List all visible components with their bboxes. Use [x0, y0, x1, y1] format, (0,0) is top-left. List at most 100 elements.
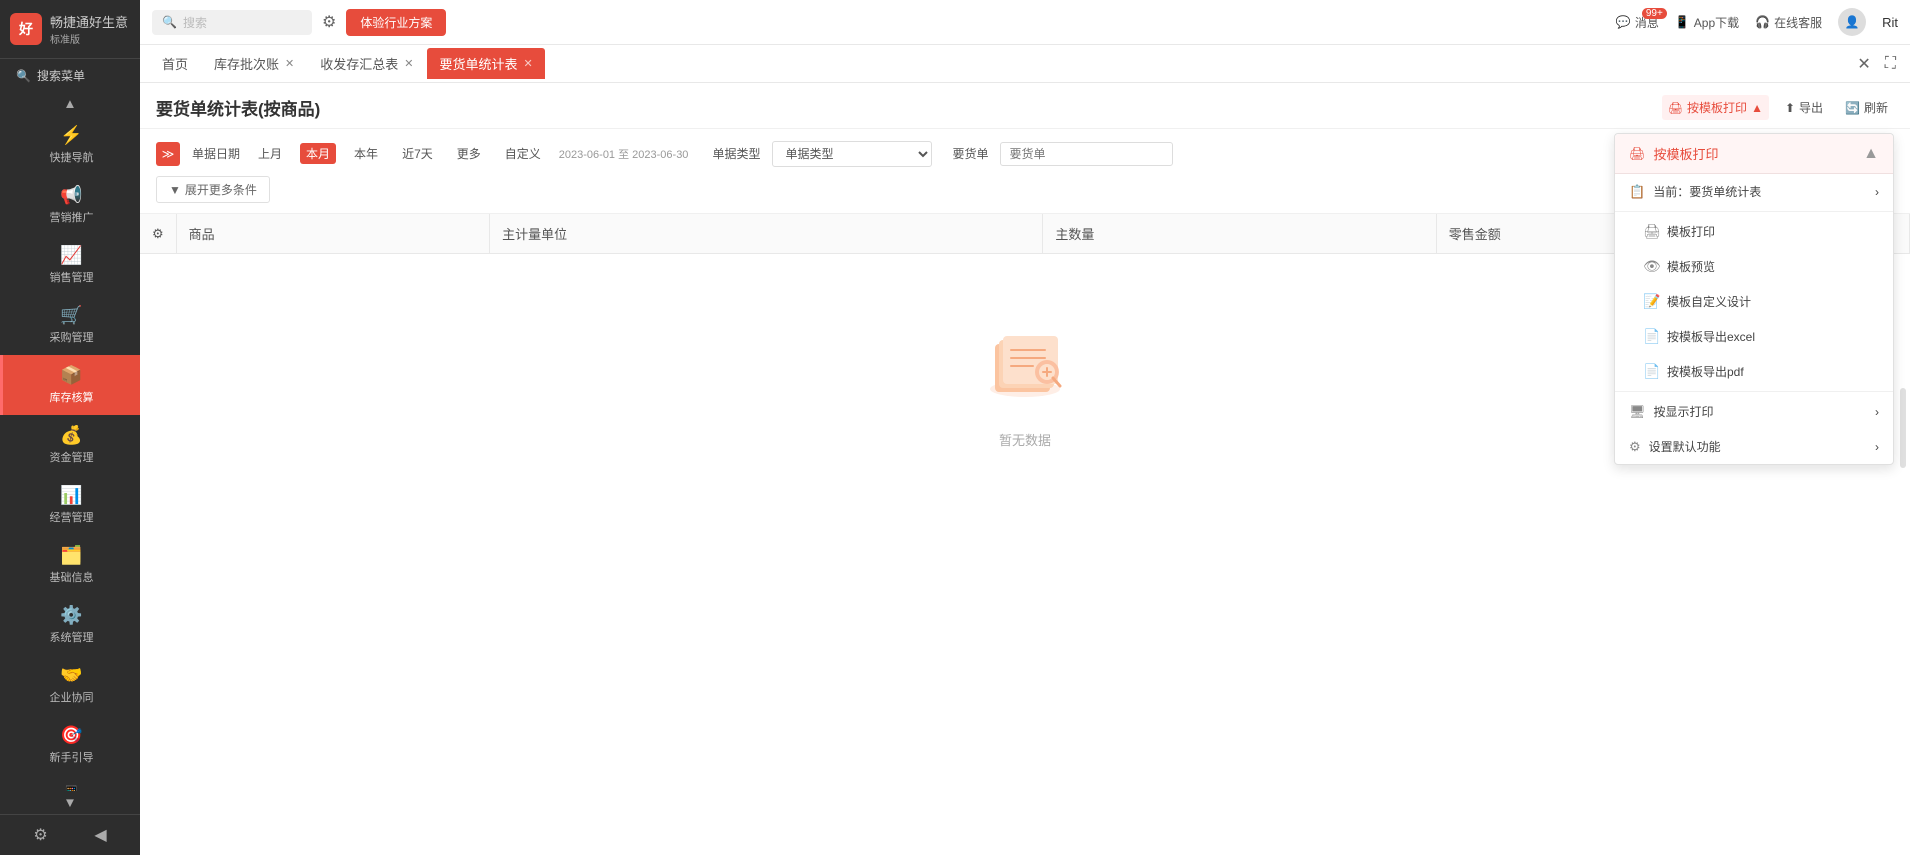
template-pdf-label: 按模板导出pdf: [1667, 363, 1744, 380]
export-button[interactable]: ⬆ 导出: [1779, 95, 1829, 120]
display-print-icon: 🖥: [1629, 404, 1646, 420]
tab-collection-close[interactable]: ✕: [404, 57, 413, 70]
tab-batch-close[interactable]: ✕: [285, 57, 294, 70]
default-func-label: 设置默认功能: [1649, 438, 1721, 455]
right-scrollbar[interactable]: [1900, 388, 1906, 468]
tab-home[interactable]: 首页: [150, 48, 200, 79]
template-excel-label: 按模板导出excel: [1667, 328, 1755, 345]
search-icon: 🔍: [16, 69, 31, 83]
quick-icon: ⚡: [60, 125, 82, 146]
date-last-month-button[interactable]: 上月: [252, 143, 288, 164]
marketing-label: 营销推广: [50, 209, 94, 225]
operations-icon: 📊: [60, 485, 82, 506]
page-title-bar: 要货单统计表(按商品) 🖨 按模板打印 ▲ ⬆ 导出 🔄 刷新: [140, 83, 1910, 129]
dropdown-current-template[interactable]: 📋 当前：要货单统计表 ›: [1615, 174, 1893, 209]
logo-area: 好 畅捷通好生意 标准版: [0, 0, 140, 59]
default-func-icon: ⚙: [1629, 439, 1641, 455]
dropdown-template-pdf[interactable]: 📄 按模板导出pdf: [1615, 354, 1893, 389]
table-qty-col: 主数量: [1043, 214, 1436, 254]
sidebar-item-purchase[interactable]: 🛒 采购管理: [0, 295, 140, 355]
template-icon: 📋: [1629, 184, 1645, 200]
header-search-text: 搜索: [183, 14, 207, 31]
window-maximize-button[interactable]: ⛶: [1881, 53, 1900, 75]
header-search-box[interactable]: 🔍 搜索: [152, 10, 312, 35]
print-label: 按模板打印: [1687, 99, 1747, 116]
scroll-up-button[interactable]: ▲: [0, 92, 140, 115]
settings-bottom-icon[interactable]: ⚙: [33, 825, 47, 845]
tab-collection[interactable]: 收发存汇总表 ✕: [308, 48, 425, 79]
date-custom-button[interactable]: 自定义: [499, 143, 547, 164]
dropdown-default-func[interactable]: ⚙ 设置默认功能 ›: [1615, 429, 1893, 464]
online-service-label: 在线客服: [1774, 14, 1822, 31]
sidebar-item-operations[interactable]: 📊 经营管理: [0, 475, 140, 535]
empty-icon: [975, 314, 1075, 414]
dropdown-template-excel[interactable]: 📄 按模板导出excel: [1615, 319, 1893, 354]
user-avatar[interactable]: 👤: [1838, 8, 1866, 36]
finance-icon: 💰: [60, 425, 82, 446]
sidebar-item-quick[interactable]: ⚡ 快捷导航: [0, 115, 140, 175]
dropdown-template-print[interactable]: 🖨 模板打印: [1615, 214, 1893, 249]
template-custom-icon: 📝: [1643, 293, 1659, 310]
export-label: 导出: [1799, 99, 1823, 116]
goods-filter-input[interactable]: [1000, 142, 1173, 166]
app-download-button[interactable]: 📱 App下载: [1675, 14, 1739, 31]
guide-label: 新手引导: [50, 749, 94, 765]
header-gear-icon[interactable]: ⚙: [322, 12, 336, 32]
dropdown-default-left: ⚙ 设置默认功能: [1629, 438, 1721, 455]
messages-button[interactable]: 💬 消息 99+: [1616, 14, 1659, 31]
title-actions: 🖨 按模板打印 ▲ ⬆ 导出 🔄 刷新 🖨: [1662, 95, 1894, 120]
sidebar-item-collab[interactable]: 🤝 企业协同: [0, 655, 140, 715]
search-label: 搜索菜单: [37, 67, 85, 84]
expand-more-button[interactable]: ▼ 展开更多条件: [156, 176, 270, 203]
marketing-icon: 📢: [60, 185, 82, 206]
sidebar-item-inventory[interactable]: 📦 库存核算: [0, 355, 140, 415]
refresh-button[interactable]: 🔄 刷新: [1839, 95, 1894, 120]
online-service-button[interactable]: 🎧 在线客服: [1755, 14, 1822, 31]
main-area: 🔍 搜索 ⚙ 体验行业方案 💬 消息 99+ 📱 App下载 🎧 在线客服 👤 …: [140, 0, 1910, 855]
current-template-label: 当前：要货单统计表: [1653, 183, 1761, 200]
date-more-button[interactable]: 更多: [451, 143, 487, 164]
sidebar-item-finance[interactable]: 💰 资金管理: [0, 415, 140, 475]
finance-label: 资金管理: [50, 449, 94, 465]
sidebar-search[interactable]: 🔍 搜索菜单: [0, 59, 140, 92]
date-this-year-button[interactable]: 本年: [348, 143, 384, 164]
logo-title: 畅捷通好生意: [50, 12, 128, 31]
filter-expand-button[interactable]: ≫: [156, 142, 180, 166]
tab-demand-close[interactable]: ✕: [524, 57, 533, 70]
type-filter-label: 单据类型: [712, 145, 760, 162]
printer-icon: 🖨: [1668, 101, 1683, 115]
dropdown-close-button[interactable]: ▲: [1863, 145, 1879, 163]
dropdown-display-print[interactable]: 🖥 按显示打印 ›: [1615, 394, 1893, 429]
collapse-icon[interactable]: ◀: [94, 825, 106, 845]
sidebar-item-sales[interactable]: 📈 销售管理: [0, 235, 140, 295]
sidebar-item-guide[interactable]: 🎯 新手引导: [0, 715, 140, 775]
chevron-right-icon-2: ›: [1875, 405, 1879, 419]
print-button[interactable]: 🖨 按模板打印 ▲: [1662, 95, 1769, 120]
dropdown-current-left: 📋 当前：要货单统计表: [1629, 183, 1761, 200]
app-download-label: App下载: [1694, 14, 1739, 31]
logo-icon: 好: [10, 13, 42, 45]
date-7days-button[interactable]: 近7天: [396, 143, 439, 164]
sidebar-item-marketing[interactable]: 📢 营销推广: [0, 175, 140, 235]
export-icon: ⬆: [1785, 101, 1795, 115]
app-download-icon: 📱: [1675, 15, 1690, 29]
sidebar-item-apps[interactable]: 📱 应用中心: [0, 775, 140, 791]
sidebar-item-system[interactable]: ⚙️ 系统管理: [0, 595, 140, 655]
dropdown-header-left: 🖨 按模板打印: [1629, 144, 1719, 163]
sidebar-item-basic[interactable]: 🗂️ 基础信息: [0, 535, 140, 595]
purchase-label: 采购管理: [50, 329, 94, 345]
trial-button[interactable]: 体验行业方案: [346, 9, 446, 36]
dropdown-template-custom[interactable]: 📝 模板自定义设计: [1615, 284, 1893, 319]
scroll-down-button[interactable]: ▼: [0, 791, 140, 814]
table-settings-col[interactable]: ⚙: [140, 214, 176, 254]
date-this-month-button[interactable]: 本月: [300, 143, 336, 164]
logo-subtitle: 标准版: [50, 31, 128, 46]
tab-demand[interactable]: 要货单统计表 ✕: [427, 48, 544, 79]
tab-batch[interactable]: 库存批次账 ✕: [202, 48, 306, 79]
window-minimize-button[interactable]: ✕: [1853, 52, 1874, 76]
dropdown-template-preview[interactable]: 👁 模板预览: [1615, 249, 1893, 284]
template-preview-label: 模板预览: [1667, 258, 1715, 275]
template-excel-icon: 📄: [1643, 328, 1659, 345]
header-search-icon: 🔍: [162, 15, 177, 29]
type-filter-select[interactable]: 单据类型: [772, 141, 932, 167]
